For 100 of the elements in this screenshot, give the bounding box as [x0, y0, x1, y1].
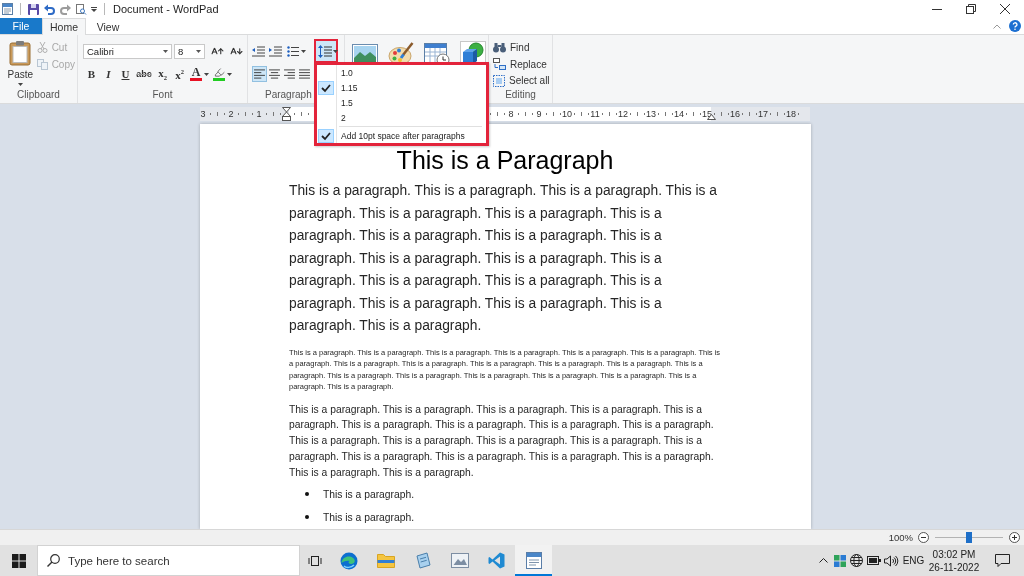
- select-all-icon: [493, 74, 505, 87]
- caret-icon[interactable]: [301, 49, 306, 53]
- indent-marker-icon[interactable]: [282, 107, 291, 121]
- zoom-out-icon[interactable]: [918, 532, 929, 543]
- squares-icon[interactable]: [833, 554, 846, 567]
- align-center-icon: [269, 69, 280, 79]
- bullet-list-icon[interactable]: [287, 45, 299, 57]
- task-view-icon[interactable]: [308, 554, 322, 567]
- folder-icon: [376, 553, 395, 568]
- increase-indent-icon[interactable]: [269, 45, 282, 57]
- picture-frame-icon: [450, 553, 469, 568]
- group-label: Paragraph: [265, 89, 312, 102]
- ribbon-logo-icon: [488, 552, 505, 569]
- font-name-dropdown[interactable]: Calibri: [83, 44, 172, 59]
- align-right-button[interactable]: [282, 66, 297, 82]
- highlight-button[interactable]: [211, 66, 234, 82]
- message-icon[interactable]: [995, 554, 1010, 567]
- close-icon[interactable]: [1000, 4, 1010, 14]
- list-item: This is a paragraph.: [323, 512, 414, 523]
- paste-button[interactable]: Paste: [6, 39, 35, 89]
- search-icon: [47, 554, 60, 567]
- align-justify-icon: [299, 69, 310, 79]
- caret-icon[interactable]: [333, 49, 338, 53]
- menu-item[interactable]: 1.15: [317, 80, 486, 95]
- globe-icon[interactable]: [850, 554, 863, 567]
- restore-icon[interactable]: [966, 4, 976, 14]
- zoom-in-icon[interactable]: [1009, 532, 1020, 543]
- start-logo-icon[interactable]: [11, 553, 26, 568]
- document-icon[interactable]: [2, 3, 13, 15]
- ruler-number: 9: [536, 109, 542, 119]
- menu-item[interactable]: Add 10pt space after paragraphs: [317, 128, 486, 143]
- ruler-number: 18: [786, 109, 796, 119]
- align-justify-button[interactable]: [297, 66, 312, 82]
- search-field[interactable]: Type here to search: [37, 545, 300, 576]
- caret-icon[interactable]: [163, 50, 168, 53]
- clock-date[interactable]: 26-11-2022: [928, 561, 980, 573]
- battery-icon[interactable]: [866, 556, 881, 565]
- speaker-icon[interactable]: [884, 554, 898, 567]
- caret-icon[interactable]: [91, 6, 97, 12]
- save-icon[interactable]: [28, 3, 39, 15]
- notepad-icon: [414, 552, 431, 569]
- group-label: Editing: [505, 89, 536, 102]
- caret-up-icon[interactable]: [818, 558, 828, 563]
- align-left-icon: [254, 69, 265, 79]
- undo-icon[interactable]: [44, 3, 55, 15]
- bold-button[interactable]: B: [83, 66, 100, 82]
- line-spacing-button[interactable]: [314, 39, 338, 63]
- document-heading: This is a Paragraph: [395, 146, 615, 174]
- group-label: Font: [152, 89, 173, 102]
- highlighter-icon: [213, 67, 225, 78]
- replace-button[interactable]: Replace: [493, 56, 550, 72]
- menu-item[interactable]: 2: [317, 110, 486, 125]
- ruler-number: 2: [228, 109, 234, 119]
- caret-icon[interactable]: [227, 72, 232, 76]
- font-color-button[interactable]: A: [188, 66, 211, 82]
- check-icon: [318, 128, 334, 143]
- caret-icon[interactable]: [17, 83, 23, 86]
- binoculars-icon: [493, 42, 506, 53]
- zoom-slider-thumb[interactable]: [966, 532, 972, 543]
- language-indicator[interactable]: ENG: [902, 555, 925, 566]
- ruler-number: 11: [590, 109, 600, 119]
- help-icon[interactable]: [1009, 20, 1021, 32]
- copy-icon: [36, 59, 48, 70]
- swirl-icon: [339, 551, 358, 570]
- align-left-button[interactable]: [252, 66, 267, 82]
- zoom-level: 100%: [888, 532, 913, 543]
- redo-icon[interactable]: [60, 3, 71, 15]
- superscript-button[interactable]: x$^{2}$: [171, 66, 188, 82]
- decrease-indent-icon[interactable]: [252, 45, 265, 57]
- clipboard-icon: [9, 40, 32, 66]
- bullet-icon: [305, 515, 309, 520]
- ruler-number: 15: [702, 109, 712, 119]
- file-menu-tab[interactable]: File: [0, 18, 42, 34]
- ruler-number: 1: [256, 109, 262, 119]
- caret-icon[interactable]: [204, 72, 209, 76]
- ruler-number: 17: [758, 109, 768, 119]
- align-right-icon: [284, 69, 295, 79]
- ribbon-tab[interactable]: Home: [42, 18, 86, 35]
- check-icon: [318, 80, 334, 95]
- ruler-number: 10: [562, 109, 572, 119]
- window-title: Document - WordPad: [113, 3, 219, 15]
- menu-item[interactable]: 1.0: [317, 65, 486, 80]
- select-all-button[interactable]: Select all: [493, 73, 550, 88]
- menu-item[interactable]: 1.5: [317, 95, 486, 110]
- subscript-button[interactable]: x$_{2}$: [154, 66, 171, 82]
- ribbon-tab[interactable]: View: [86, 18, 130, 35]
- page-magnifier-icon[interactable]: [76, 3, 86, 15]
- find-button[interactable]: Find: [493, 40, 550, 55]
- replace-icon: [493, 58, 506, 70]
- group-label: Clipboard: [17, 89, 60, 102]
- align-center-button[interactable]: [267, 66, 282, 82]
- ruler-number: 13: [646, 109, 656, 119]
- caret-icon[interactable]: [196, 50, 201, 53]
- clock-time[interactable]: 03:02 PM: [932, 548, 976, 560]
- paragraph: This is a paragraph. This is a paragraph. This is a paragraph. This is a paragraph. This is a paragraph. This is a paragraph. This is a paragraph. This is a paragraph. This is a paragraph. This is a paragraph. This is a paragraph. This is a paragraph. This is a paragraph. This is a paragraph. This is a paragraph. This is a paragraph. This is a paragraph. This is a paragraph. This is a paragraph. This is a paragraph.: [289, 182, 718, 335]
- ruler-number: 3: [200, 109, 206, 119]
- taskbar-button[interactable]: [515, 545, 552, 576]
- font-size-dropdown[interactable]: 8: [174, 44, 205, 59]
- italic-button[interactable]: I: [100, 66, 117, 82]
- underline-button[interactable]: U: [117, 66, 134, 82]
